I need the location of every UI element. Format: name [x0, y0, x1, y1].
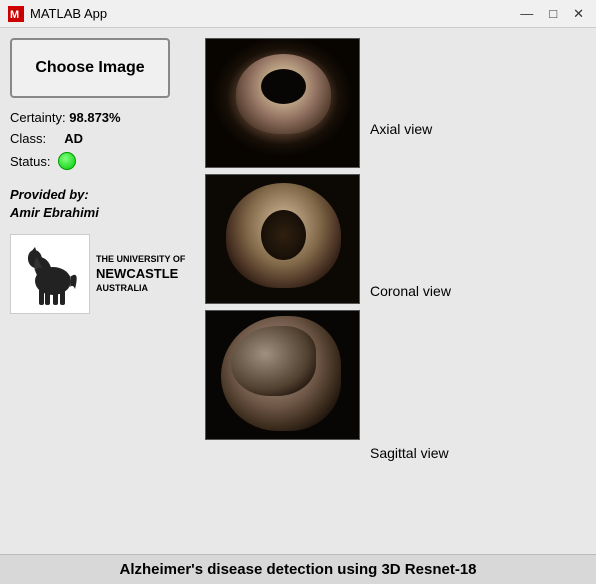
- svg-text:M: M: [10, 9, 19, 21]
- left-panel: Choose Image Certainty: 98.873% Class: A…: [10, 38, 195, 544]
- maximize-button[interactable]: □: [545, 7, 561, 20]
- footer-title: Alzheimer's disease detection using 3D R…: [119, 561, 476, 578]
- coronal-view-label: Coronal view: [370, 283, 480, 299]
- class-row: Class: AD: [10, 131, 195, 146]
- axial-view-label: Axial view: [370, 121, 480, 137]
- university-text: THE UNIVERSITY OF NEWCASTLE AUSTRALIA: [96, 254, 185, 294]
- university-line3: AUSTRALIA: [96, 283, 185, 295]
- certainty-value: 98.873%: [69, 110, 120, 125]
- university-line2: NEWCASTLE: [96, 266, 185, 283]
- window-title: MATLAB App: [30, 6, 107, 21]
- logo-box: [10, 234, 90, 314]
- sagittal-mri-image: [205, 310, 360, 440]
- footer-bar: Alzheimer's disease detection using 3D R…: [0, 554, 596, 584]
- minimize-button[interactable]: —: [516, 7, 537, 20]
- status-label: Status:: [10, 154, 50, 169]
- status-row: Status:: [10, 152, 195, 170]
- title-bar: M MATLAB App — □ ✕: [0, 0, 596, 28]
- content-area: Choose Image Certainty: 98.873% Class: A…: [0, 28, 596, 554]
- choose-image-button[interactable]: Choose Image: [10, 38, 170, 98]
- labels-panel: Axial view Coronal view Sagittal view: [370, 38, 480, 544]
- certainty-label: Certainty:: [10, 110, 66, 125]
- axial-mri-image: [205, 38, 360, 168]
- title-bar-left: M MATLAB App: [8, 6, 107, 22]
- class-value: AD: [64, 131, 83, 146]
- university-seal: [15, 239, 85, 309]
- title-bar-controls: — □ ✕: [516, 7, 588, 20]
- university-line1: THE UNIVERSITY OF: [96, 254, 185, 266]
- status-dot: [58, 152, 76, 170]
- provided-by: Provided by: Amir Ebrahimi: [10, 186, 195, 222]
- sagittal-view-label: Sagittal view: [370, 445, 480, 461]
- author-name: Amir Ebrahimi: [10, 204, 195, 222]
- images-panel: [205, 38, 360, 544]
- university-logo: THE UNIVERSITY OF NEWCASTLE AUSTRALIA: [10, 234, 195, 314]
- close-button[interactable]: ✕: [569, 7, 588, 20]
- coronal-mri-image: [205, 174, 360, 304]
- info-section: Certainty: 98.873% Class: AD Status:: [10, 110, 195, 170]
- main-content: Choose Image Certainty: 98.873% Class: A…: [0, 28, 596, 584]
- provided-by-label: Provided by:: [10, 186, 195, 204]
- certainty-row: Certainty: 98.873%: [10, 110, 195, 125]
- class-label: Class:: [10, 131, 46, 146]
- matlab-icon: M: [8, 6, 24, 22]
